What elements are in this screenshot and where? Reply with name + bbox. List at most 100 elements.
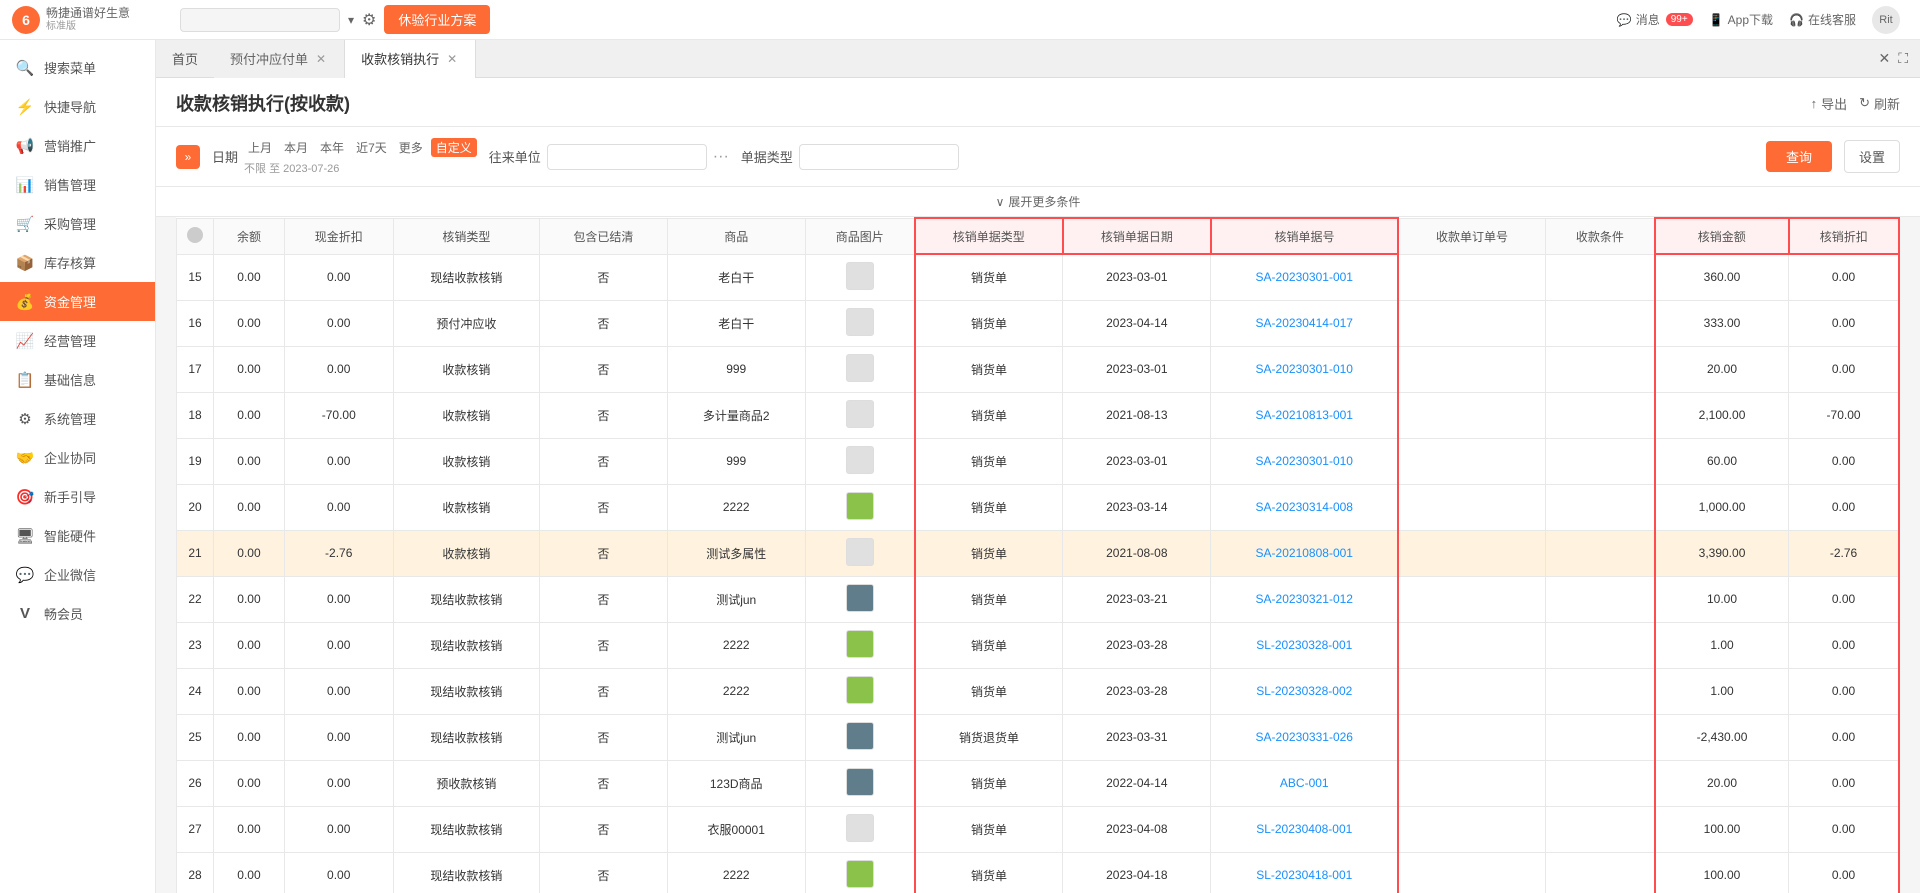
industry-btn[interactable]: 休验行业方案 [384, 5, 490, 34]
doc-no-link[interactable]: SA-20230314-008 [1256, 500, 1353, 514]
export-btn[interactable]: ↑ 导出 [1811, 94, 1848, 113]
doc-no-link[interactable]: SA-20230301-001 [1256, 270, 1353, 284]
date-btn-lastmonth[interactable]: 上月 [244, 137, 276, 158]
sidebar-item-basic-info[interactable]: 📋 基础信息 [0, 360, 155, 399]
td-include-settled: 否 [540, 714, 668, 760]
date-btn-more[interactable]: 更多 [395, 137, 427, 158]
column-settings-icon[interactable] [187, 227, 203, 243]
td-doc-type: 销货单 [915, 530, 1063, 576]
td-doc-no[interactable]: SA-20230321-012 [1211, 576, 1398, 622]
vip-icon: V [16, 605, 34, 623]
operations-icon: 📈 [16, 332, 34, 350]
tab-writeoff-close[interactable]: ✕ [445, 50, 459, 68]
td-doc-no[interactable]: SA-20230301-010 [1211, 438, 1398, 484]
td-writeoff-discount: 0.00 [1789, 806, 1899, 852]
sidebar-item-inventory[interactable]: 📦 库存核算 [0, 243, 155, 282]
td-doc-no[interactable]: SA-20230331-026 [1211, 714, 1398, 760]
goods-image [846, 400, 874, 428]
th-doc-type: 核销单据类型 [915, 218, 1063, 254]
doc-no-link[interactable]: ABC-001 [1280, 776, 1329, 790]
sidebar-item-hardware[interactable]: 🖥 智能硬件 [0, 516, 155, 555]
td-receipt-order [1398, 254, 1545, 300]
td-include-settled: 否 [540, 760, 668, 806]
top-bar-right: 💬 消息 99+ 📱 App下载 🎧 在线客服 Rit [1617, 6, 1908, 34]
tab-bar: 首页 预付冲应付单 ✕ 收款核销执行 ✕ ✕ ⛶ [156, 40, 1920, 78]
table-settings-btn[interactable]: 设置 [1844, 140, 1900, 173]
tab-prepay[interactable]: 预付冲应付单 ✕ [214, 40, 345, 78]
td-balance: 0.00 [214, 392, 285, 438]
sidebar-item-marketing[interactable]: 📢 营销推广 [0, 126, 155, 165]
doc-no-link[interactable]: SA-20230301-010 [1256, 362, 1353, 376]
sidebar-item-system[interactable]: ⚙ 系统管理 [0, 399, 155, 438]
td-doc-no[interactable]: SL-20230328-001 [1211, 622, 1398, 668]
doc-no-link[interactable]: SA-20210813-001 [1256, 408, 1353, 422]
th-settings[interactable] [177, 218, 214, 254]
td-doc-date: 2023-04-08 [1063, 806, 1211, 852]
search-dropdown-icon[interactable]: ▾ [348, 13, 354, 27]
sidebar-item-guide[interactable]: 🎯 新手引导 [0, 477, 155, 516]
td-doc-type: 销货单 [915, 622, 1063, 668]
td-doc-no[interactable]: SL-20230328-002 [1211, 668, 1398, 714]
doc-no-link[interactable]: SL-20230418-001 [1256, 868, 1352, 882]
td-writeoff-discount: 0.00 [1789, 438, 1899, 484]
tab-expand-icon[interactable]: ⛶ [1898, 50, 1908, 67]
date-btn-7days[interactable]: 近7天 [352, 137, 391, 158]
td-cash-discount: 0.00 [284, 300, 393, 346]
doc-no-link[interactable]: SL-20230328-002 [1256, 684, 1352, 698]
doc-no-link[interactable]: SA-20210808-001 [1256, 546, 1353, 560]
td-doc-no[interactable]: SA-20230414-017 [1211, 300, 1398, 346]
filter-expand-btn[interactable]: » [176, 145, 200, 169]
online-service-btn[interactable]: 🎧 在线客服 [1789, 11, 1856, 28]
sidebar-item-vip[interactable]: V 畅会员 [0, 594, 155, 633]
tab-close-all-icon[interactable]: ✕ [1878, 50, 1890, 67]
top-search-input[interactable] [180, 8, 340, 32]
doc-no-link[interactable]: SL-20230328-001 [1256, 638, 1352, 652]
td-doc-no[interactable]: SA-20210813-001 [1211, 392, 1398, 438]
td-goods-img [805, 484, 914, 530]
doc-no-link[interactable]: SA-20230331-026 [1256, 730, 1353, 744]
table-container[interactable]: 余额 现金折扣 核销类型 包含已结清 商品 商品图片 核销单据类型 核销单据日期… [156, 217, 1920, 893]
app-download-btn[interactable]: 📱 App下载 [1709, 11, 1773, 28]
date-btn-thisyear[interactable]: 本年 [316, 137, 348, 158]
doc-no-link[interactable]: SL-20230408-001 [1256, 822, 1352, 836]
date-btn-thismonth[interactable]: 本月 [280, 137, 312, 158]
refresh-btn[interactable]: ↻ 刷新 [1859, 94, 1900, 113]
hardware-icon: 🖥 [16, 527, 34, 545]
sidebar-item-quicknav[interactable]: ⚡ 快捷导航 [0, 87, 155, 126]
doc-no-link[interactable]: SA-20230301-010 [1256, 454, 1353, 468]
table-row: 24 0.00 0.00 现结收款核销 否 2222 销货单 2023-03-2… [177, 668, 1900, 714]
message-btn[interactable]: 💬 消息 99+ [1617, 11, 1693, 28]
sidebar-item-search[interactable]: 🔍 搜索菜单 [0, 48, 155, 87]
sidebar-item-finance[interactable]: 💰 资金管理 [0, 282, 155, 321]
user-avatar[interactable]: Rit [1872, 6, 1900, 34]
date-btn-custom[interactable]: 自定义 [431, 138, 477, 157]
td-doc-no[interactable]: SL-20230408-001 [1211, 806, 1398, 852]
td-doc-type: 销货单 [915, 438, 1063, 484]
tab-writeoff[interactable]: 收款核销执行 ✕ [345, 40, 476, 78]
expand-more-btn[interactable]: ∨ 展开更多条件 [996, 193, 1081, 210]
td-id: 22 [177, 576, 214, 622]
td-doc-no[interactable]: SL-20230418-001 [1211, 852, 1398, 893]
td-doc-no[interactable]: ABC-001 [1211, 760, 1398, 806]
td-doc-no[interactable]: SA-20210808-001 [1211, 530, 1398, 576]
doctype-select[interactable] [799, 144, 959, 170]
tab-prepay-close[interactable]: ✕ [314, 50, 328, 68]
sidebar-item-purchase[interactable]: 🛒 采购管理 [0, 204, 155, 243]
td-doc-no[interactable]: SA-20230314-008 [1211, 484, 1398, 530]
sidebar-item-operations[interactable]: 📈 经营管理 [0, 321, 155, 360]
sidebar-item-enterprise[interactable]: 🤝 企业协同 [0, 438, 155, 477]
td-goods: 2222 [667, 668, 805, 714]
doc-no-link[interactable]: SA-20230414-017 [1256, 316, 1353, 330]
tab-home[interactable]: 首页 [156, 40, 214, 78]
td-doc-no[interactable]: SA-20230301-010 [1211, 346, 1398, 392]
td-doc-no[interactable]: SA-20230301-001 [1211, 254, 1398, 300]
partner-ellipsis[interactable]: ··· [713, 148, 729, 166]
query-btn[interactable]: 查询 [1766, 141, 1832, 172]
doc-no-link[interactable]: SA-20230321-012 [1256, 592, 1353, 606]
td-doc-type: 销货单 [915, 576, 1063, 622]
partner-input[interactable] [547, 144, 707, 170]
sidebar-item-wechat[interactable]: 💬 企业微信 [0, 555, 155, 594]
settings-gear-icon[interactable]: ⚙ [362, 10, 376, 30]
table-row: 22 0.00 0.00 现结收款核销 否 测试jun 销货单 2023-03-… [177, 576, 1900, 622]
sidebar-item-sales[interactable]: 📊 销售管理 [0, 165, 155, 204]
